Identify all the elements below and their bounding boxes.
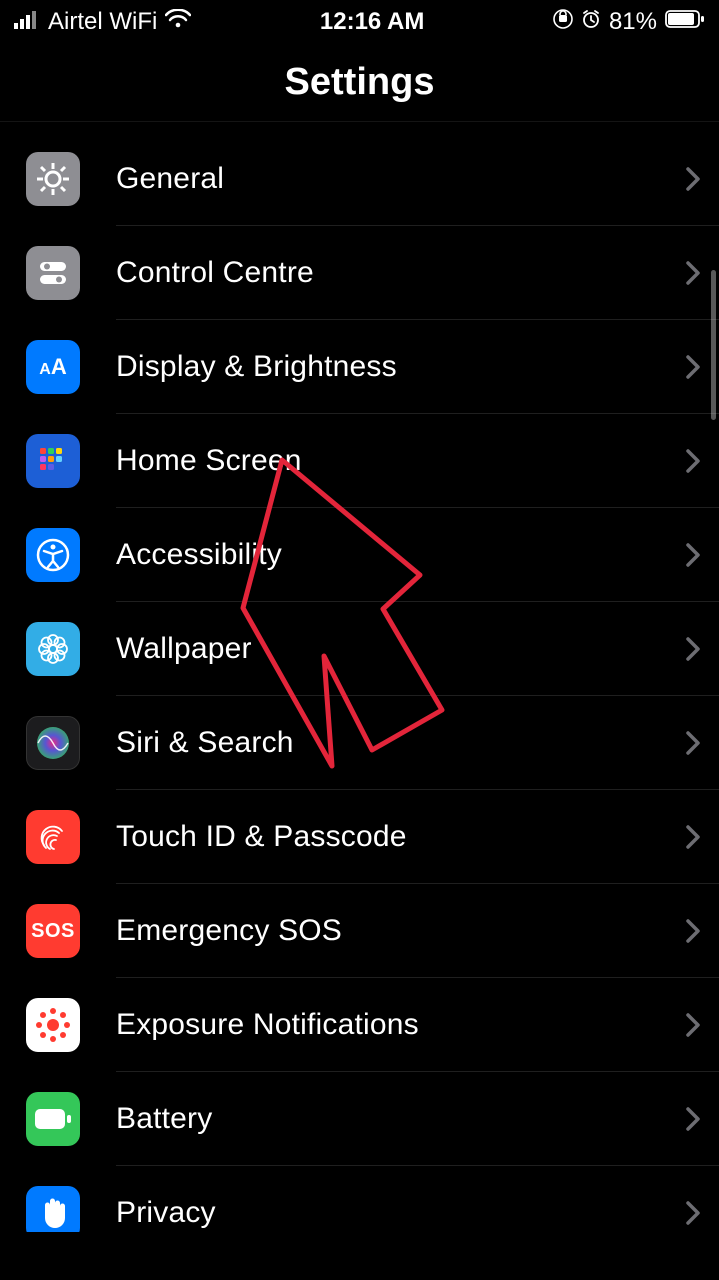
chevron-right-icon xyxy=(685,354,701,380)
battery-full-icon xyxy=(26,1092,80,1146)
chevron-right-icon xyxy=(685,1106,701,1132)
accessibility-icon xyxy=(26,528,80,582)
sos-icon: SOS xyxy=(26,904,80,958)
fingerprint-icon xyxy=(26,810,80,864)
apps-grid-icon xyxy=(26,434,80,488)
row-label: Siri & Search xyxy=(116,726,685,760)
row-label: Accessibility xyxy=(116,538,685,572)
chevron-right-icon xyxy=(685,636,701,662)
status-bar: Airtel WiFi 12:16 AM 81% xyxy=(0,0,719,44)
row-label: Wallpaper xyxy=(116,632,685,666)
settings-row-exposure[interactable]: Exposure Notifications xyxy=(0,978,719,1072)
settings-row-touchid[interactable]: Touch ID & Passcode xyxy=(0,790,719,884)
chevron-right-icon xyxy=(685,448,701,474)
settings-row-battery[interactable]: Battery xyxy=(0,1072,719,1166)
settings-row-siri-search[interactable]: Siri & Search xyxy=(0,696,719,790)
text-size-icon: AA xyxy=(26,340,80,394)
row-label: Emergency SOS xyxy=(116,914,685,948)
row-label: Control Centre xyxy=(116,256,685,290)
chevron-right-icon xyxy=(685,824,701,850)
alarm-icon xyxy=(581,8,601,36)
gear-icon xyxy=(26,152,80,206)
exposure-icon xyxy=(26,998,80,1052)
row-label: Privacy xyxy=(116,1196,685,1230)
chevron-right-icon xyxy=(685,918,701,944)
flower-icon xyxy=(26,622,80,676)
row-label: General xyxy=(116,162,685,196)
page-title: Settings xyxy=(0,44,719,122)
row-label: Exposure Notifications xyxy=(116,1008,685,1042)
row-label: Home Screen xyxy=(116,444,685,478)
settings-row-display-brightness[interactable]: AA Display & Brightness xyxy=(0,320,719,414)
settings-row-general[interactable]: General xyxy=(0,132,719,226)
chevron-right-icon xyxy=(685,730,701,756)
row-label: Touch ID & Passcode xyxy=(116,820,685,854)
scrollbar-thumb[interactable] xyxy=(711,270,716,420)
toggles-icon xyxy=(26,246,80,300)
settings-row-emergency-sos[interactable]: SOS Emergency SOS xyxy=(0,884,719,978)
settings-row-wallpaper[interactable]: Wallpaper xyxy=(0,602,719,696)
clock-label: 12:16 AM xyxy=(191,8,553,36)
carrier-label: Airtel WiFi xyxy=(48,8,157,36)
settings-list: General Control Centre AA Display & Brig… xyxy=(0,122,719,1260)
chevron-right-icon xyxy=(685,1200,701,1226)
settings-row-home-screen[interactable]: Home Screen xyxy=(0,414,719,508)
siri-icon xyxy=(26,716,80,770)
battery-percent-label: 81% xyxy=(609,8,657,36)
battery-icon xyxy=(665,8,705,36)
row-label: Display & Brightness xyxy=(116,350,685,384)
chevron-right-icon xyxy=(685,542,701,568)
orientation-lock-icon xyxy=(553,8,573,36)
wifi-icon xyxy=(165,8,191,36)
signal-icon xyxy=(14,8,40,36)
chevron-right-icon xyxy=(685,260,701,286)
row-label: Battery xyxy=(116,1102,685,1136)
chevron-right-icon xyxy=(685,1012,701,1038)
settings-row-accessibility[interactable]: Accessibility xyxy=(0,508,719,602)
bottom-bar xyxy=(0,1232,719,1280)
chevron-right-icon xyxy=(685,166,701,192)
settings-row-control-centre[interactable]: Control Centre xyxy=(0,226,719,320)
